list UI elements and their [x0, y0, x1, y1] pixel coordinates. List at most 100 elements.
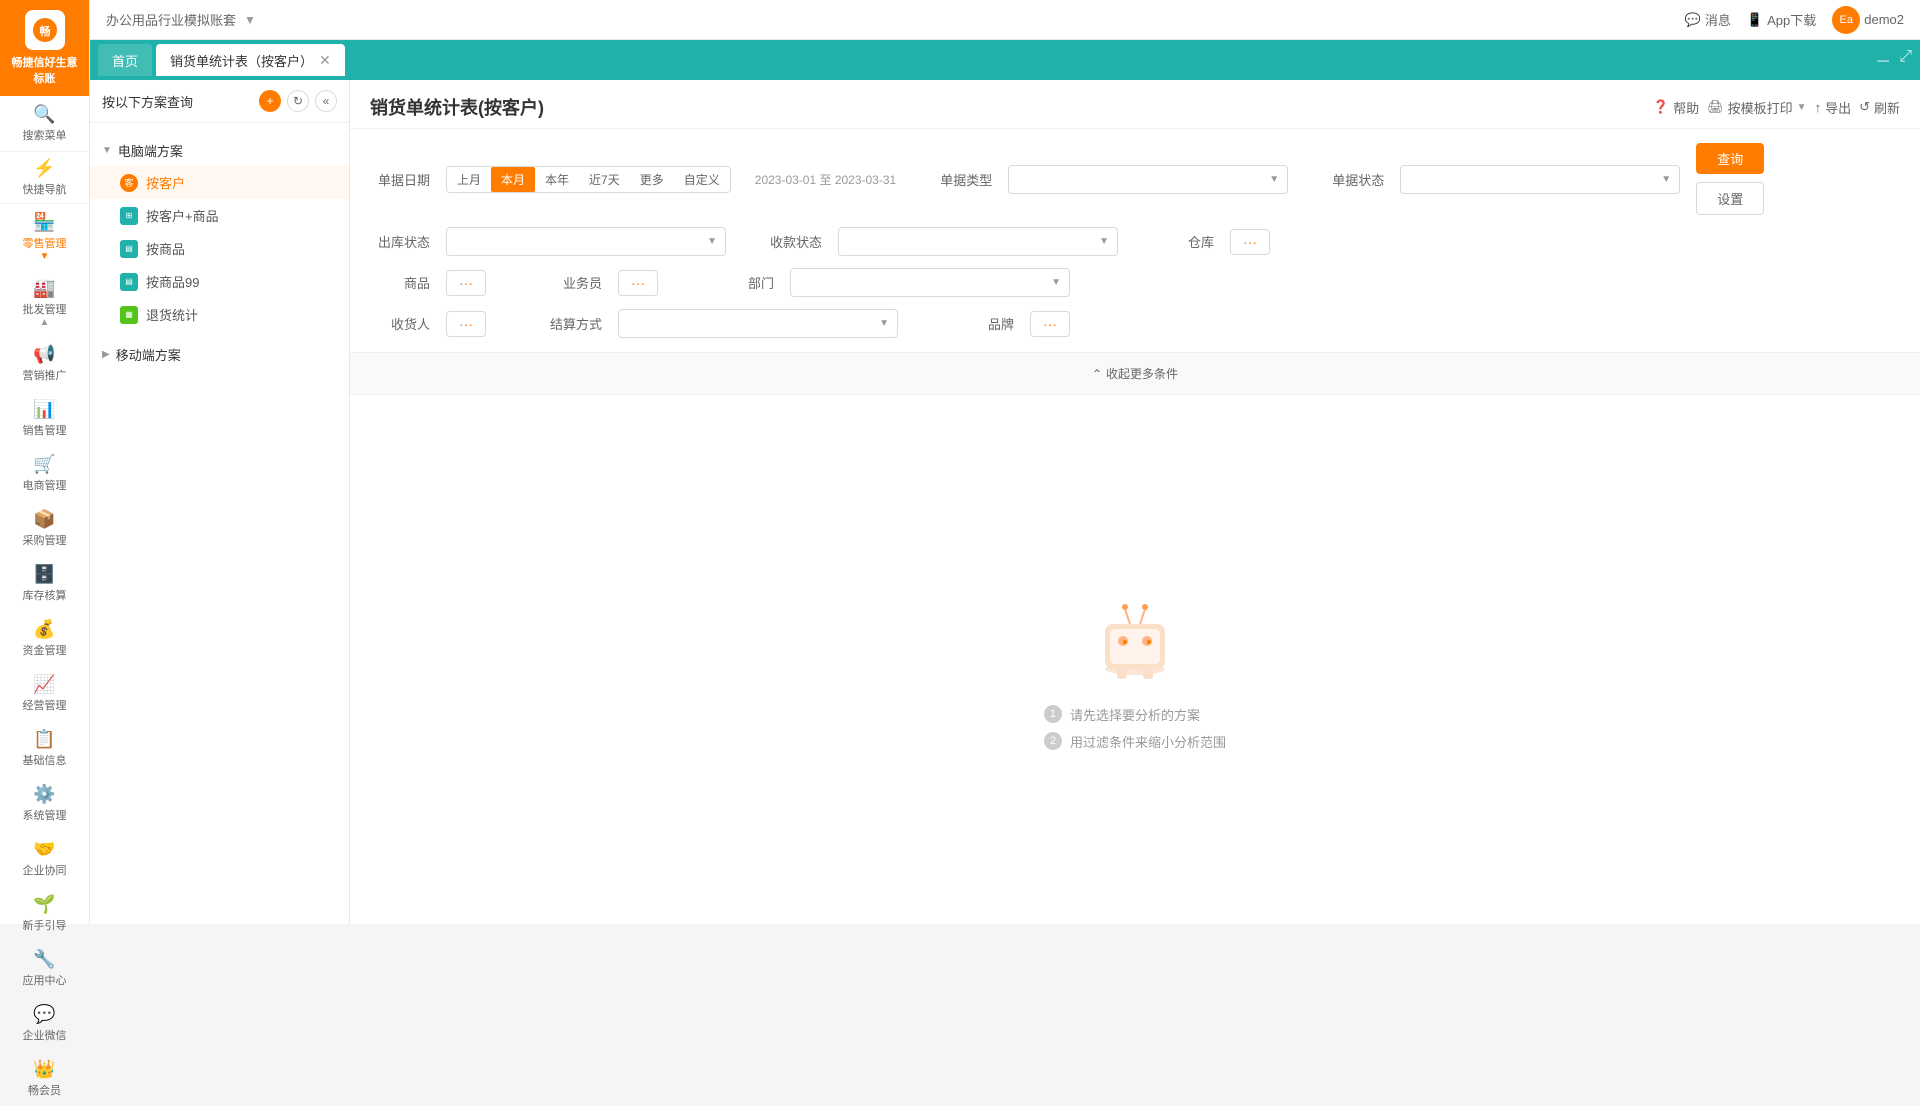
sidebar-item-member[interactable]: 👑 畅会员 — [0, 1051, 89, 1106]
ecommerce-icon: 🛒 — [33, 454, 55, 475]
sidebar-quick-nav[interactable]: ⚡ 快捷导航 — [0, 152, 89, 204]
mobile-group-label: 移动端方案 — [116, 345, 181, 364]
tab-sales-stats[interactable]: 销货单统计表（按客户） ✕ — [156, 44, 345, 76]
refresh-scheme-btn[interactable]: ↻ — [287, 90, 309, 112]
member-icon: 👑 — [33, 1059, 55, 1080]
tree-item-goods99[interactable]: ▤ 按商品99 — [90, 265, 349, 298]
sidebar-item-ecommerce[interactable]: 🛒 电商管理 — [0, 446, 89, 501]
tree-item-customer-goods-label: 按客户+商品 — [146, 206, 219, 225]
refresh-btn[interactable]: ↺ 刷新 — [1859, 98, 1900, 117]
query-button[interactable]: 查询 — [1696, 143, 1764, 174]
warehouse-label: 仓库 — [1154, 232, 1214, 251]
out-status-arrow: ▼ — [707, 236, 717, 247]
filter-row-2: 出库状态 ▼ 收款状态 ▼ 仓库 ··· — [370, 227, 1900, 256]
right-panel: 销货单统计表(按客户) ❓ 帮助 🖨 按模板打印 ▼ ↑ 导出 — [350, 80, 1920, 924]
system-label: 系统管理 — [23, 807, 67, 823]
doc-status-label: 单据状态 — [1324, 170, 1384, 189]
empty-illustration — [1075, 569, 1195, 689]
brand-select[interactable]: ··· — [1030, 311, 1070, 337]
tip-text-1: 请先选择要分析的方案 — [1070, 705, 1200, 724]
customer-goods-icon: ⊞ — [120, 207, 138, 225]
doc-type-select[interactable]: ▼ — [1008, 165, 1288, 194]
sidebar-item-wechat[interactable]: 💬 企业微信 — [0, 996, 89, 1051]
tree-desktop-header[interactable]: ▼ 电脑端方案 — [90, 135, 349, 166]
sidebar-item-basic[interactable]: 📋 基础信息 — [0, 721, 89, 776]
sidebar-search[interactable]: 🔍 搜索菜单 — [0, 96, 89, 152]
sidebar-item-retail[interactable]: 🏪 零售管理 ▼ — [0, 204, 89, 270]
doc-status-select[interactable]: ▼ — [1400, 165, 1680, 194]
enterprise-label: 企业协同 — [23, 862, 67, 878]
collapse-panel-btn[interactable]: « — [315, 90, 337, 112]
goods-select[interactable]: ··· — [446, 270, 486, 296]
print-dropdown[interactable]: ▼ — [1797, 102, 1807, 113]
sidebar-item-marketing[interactable]: 📢 营销推广 — [0, 336, 89, 391]
sidebar-item-system[interactable]: ⚙️ 系统管理 — [0, 776, 89, 831]
sidebar-item-newbie[interactable]: 🌱 新手引导 — [0, 886, 89, 941]
enterprise-icon: 🤝 — [33, 839, 55, 860]
date-btn-this-month[interactable]: 本月 — [491, 167, 535, 192]
header-left: 办公用品行业模拟账套 ▼ — [106, 10, 256, 29]
receipt-status-value — [847, 232, 860, 251]
finance-icon: 💰 — [33, 619, 55, 640]
export-btn[interactable]: ↑ 导出 — [1815, 98, 1852, 117]
tab-sales-stats-label: 销货单统计表（按客户） — [170, 51, 313, 70]
settlement-select[interactable]: ▼ — [618, 309, 898, 338]
settlement-arrow: ▼ — [879, 318, 889, 329]
sales-label: 销售管理 — [23, 422, 67, 438]
mobile-arrow: ▶ — [102, 349, 110, 360]
message-btn[interactable]: 💬 消息 — [1685, 10, 1731, 29]
add-scheme-btn[interactable]: + — [259, 90, 281, 112]
tree-mobile-header[interactable]: ▶ 移动端方案 — [90, 339, 349, 370]
page-title: 销货单统计表(按客户) — [370, 94, 544, 120]
tree-item-customer-goods[interactable]: ⊞ 按客户+商品 — [90, 199, 349, 232]
tab-minimize-icon[interactable]: － — [1875, 48, 1891, 72]
operations-label: 经营管理 — [23, 697, 67, 713]
print-icon: 🖨 — [1707, 99, 1724, 115]
returns-icon: ▦ — [120, 306, 138, 324]
tab-home[interactable]: 首页 — [98, 44, 152, 76]
sidebar-item-appcenter[interactable]: 🔧 应用中心 — [0, 941, 89, 996]
user-profile[interactable]: Ea demo2 — [1832, 6, 1904, 34]
sidebar-item-inventory[interactable]: 🗄️ 库存核算 — [0, 556, 89, 611]
print-btn[interactable]: 🖨 按模板打印 ▼ — [1707, 98, 1806, 117]
date-btn-more[interactable]: 更多 — [630, 167, 674, 192]
sidebar-item-wholesale[interactable]: 🏭 批发管理 ▲ — [0, 270, 89, 336]
help-btn[interactable]: ❓ 帮助 — [1653, 98, 1699, 117]
search-icon: 🔍 — [33, 104, 55, 125]
header-dropdown-arrow[interactable]: ▼ — [244, 13, 256, 27]
tab-close-icon[interactable]: ✕ — [319, 52, 331, 69]
system-icon: ⚙️ — [33, 784, 55, 805]
tree-item-by-customer[interactable]: 客 按客户 — [90, 166, 349, 199]
tree-item-goods[interactable]: ▤ 按商品 — [90, 232, 349, 265]
left-panel: 按以下方案查询 + ↻ « ▼ 电脑端方案 客 按客户 — [90, 80, 350, 924]
receiver-select[interactable]: ··· — [446, 311, 486, 337]
sidebar-item-operations[interactable]: 📈 经营管理 — [0, 666, 89, 721]
receipt-status-select[interactable]: ▼ — [838, 227, 1118, 256]
sidebar-item-sales[interactable]: 📊 销售管理 — [0, 391, 89, 446]
basic-label: 基础信息 — [23, 752, 67, 768]
department-select[interactable]: ▼ — [790, 268, 1070, 297]
sidebar-logo[interactable]: 畅 畅捷信好生意 标账 — [0, 0, 89, 96]
warehouse-select[interactable]: ··· — [1230, 229, 1270, 255]
sidebar-item-purchase[interactable]: 📦 采购管理 — [0, 501, 89, 556]
out-status-select[interactable]: ▼ — [446, 227, 726, 256]
sidebar: 畅 畅捷信好生意 标账 🔍 搜索菜单 ⚡ 快捷导航 🏪 零售管理 ▼ 🏭 批发管… — [0, 0, 90, 924]
app-download-btn[interactable]: 📱 App下载 — [1747, 10, 1816, 29]
date-btn-this-year[interactable]: 本年 — [535, 167, 579, 192]
export-icon: ↑ — [1815, 100, 1822, 115]
empty-state: 1 请先选择要分析的方案 2 用过滤条件来缩小分析范围 — [350, 395, 1920, 924]
settings-button[interactable]: 设置 — [1696, 182, 1764, 215]
date-btn-7days[interactable]: 近7天 — [579, 167, 630, 192]
sidebar-item-enterprise[interactable]: 🤝 企业协同 — [0, 831, 89, 886]
tree-section: ▼ 电脑端方案 客 按客户 ⊞ 按客户+商品 ▤ 按商品 — [90, 123, 349, 382]
nav-icon: ⚡ — [33, 158, 55, 179]
tree-item-returns[interactable]: ▦ 退货统计 — [90, 298, 349, 331]
date-btn-last-month[interactable]: 上月 — [447, 167, 491, 192]
marketing-label: 营销推广 — [23, 367, 67, 383]
tab-maximize-icon[interactable]: ⤢ — [1899, 48, 1912, 72]
collapse-button[interactable]: ⌃ 收起更多条件 — [1080, 361, 1190, 386]
user-name: demo2 — [1864, 12, 1904, 27]
salesperson-select[interactable]: ··· — [618, 270, 658, 296]
sidebar-item-finance[interactable]: 💰 资金管理 — [0, 611, 89, 666]
date-btn-custom[interactable]: 自定义 — [674, 167, 730, 192]
